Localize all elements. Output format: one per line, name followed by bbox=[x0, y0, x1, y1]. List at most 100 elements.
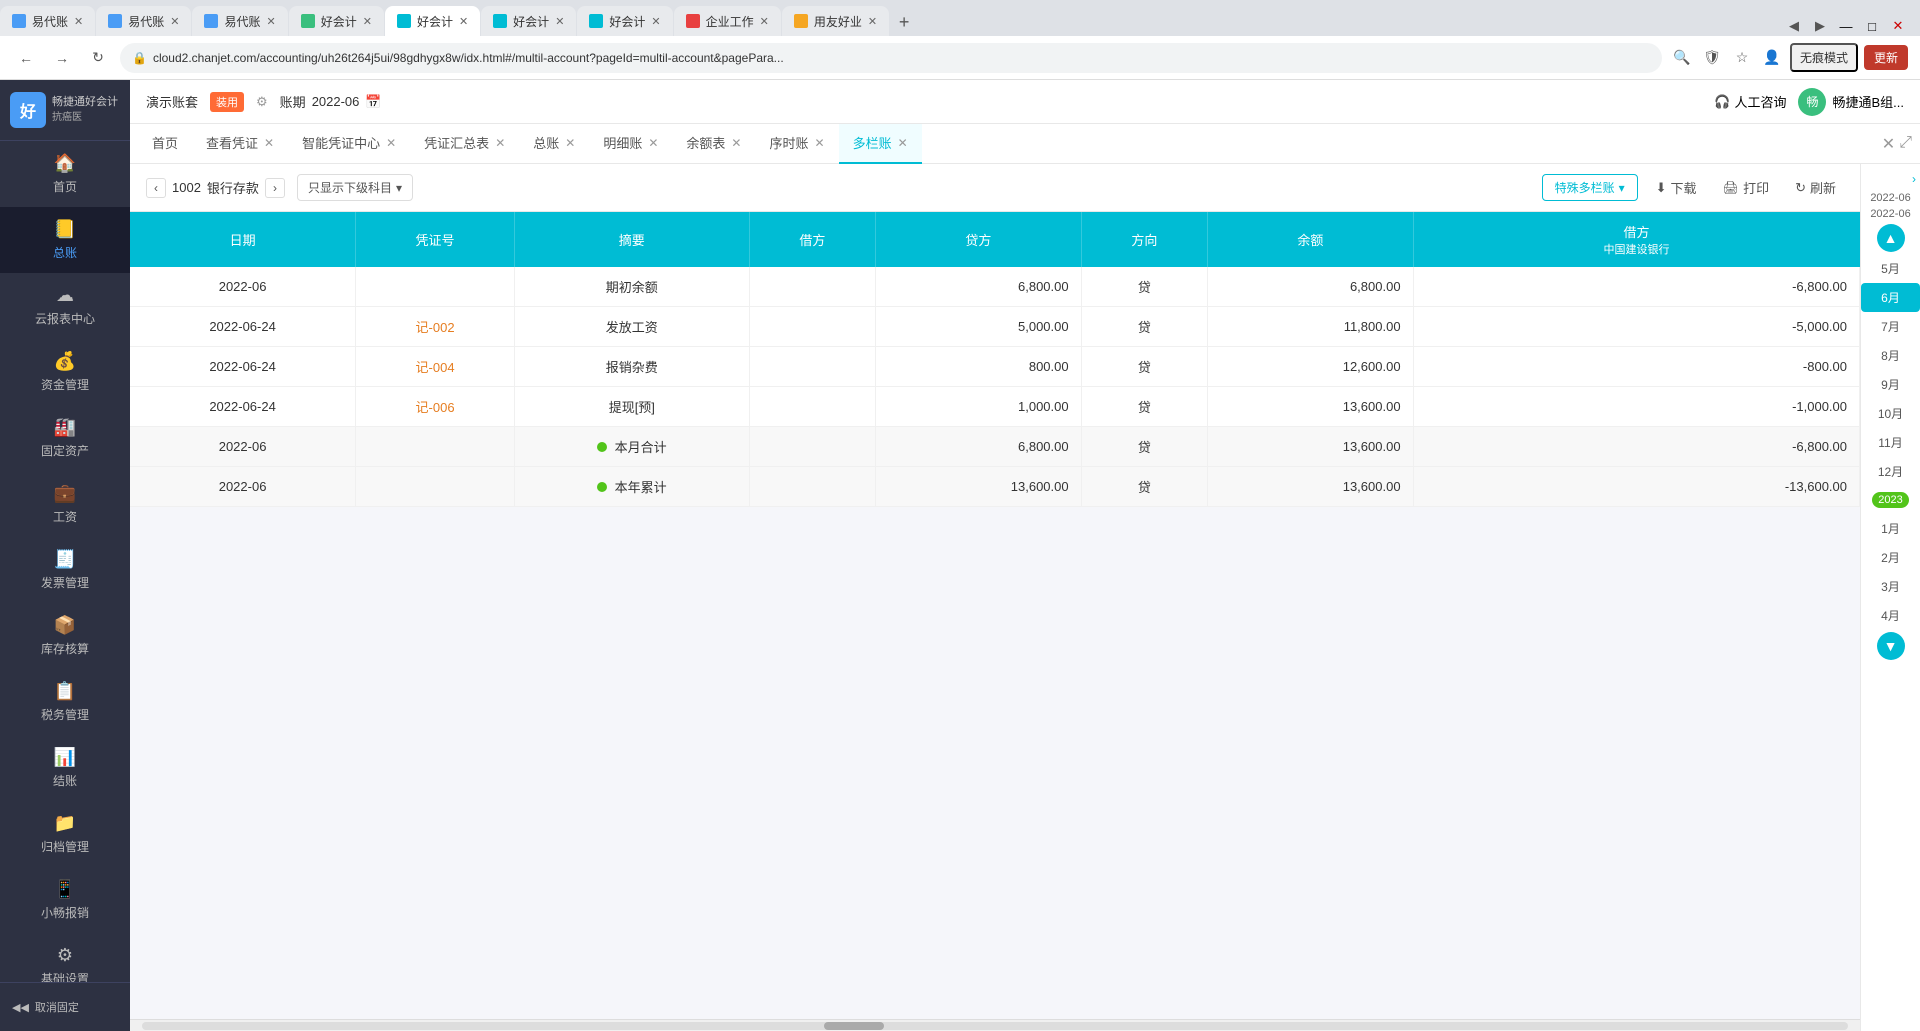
back-button[interactable]: ← bbox=[12, 44, 40, 72]
sidebar-item-settings[interactable]: ⚙ 基础设置 bbox=[0, 933, 130, 982]
search-icon[interactable]: 🔍 bbox=[1670, 46, 1694, 70]
tab-smart-close[interactable]: ✕ bbox=[386, 136, 396, 150]
sidebar-item-tax[interactable]: 📋 税务管理 bbox=[0, 669, 130, 735]
tab-close-5[interactable]: ✕ bbox=[459, 15, 468, 28]
month-sep[interactable]: 9月 bbox=[1861, 370, 1920, 399]
cell-voucher[interactable]: 记-004 bbox=[356, 347, 515, 387]
month-jan[interactable]: 1月 bbox=[1861, 514, 1920, 543]
star-icon[interactable]: ☆ bbox=[1730, 46, 1754, 70]
tab-multi-col[interactable]: 多栏账 ✕ bbox=[839, 124, 922, 164]
tab-smart-voucher[interactable]: 智能凭证中心 ✕ bbox=[288, 124, 410, 164]
browser-tab-1[interactable]: 易代账 ✕ bbox=[0, 6, 95, 36]
tab-detail-ledger[interactable]: 明细账 ✕ bbox=[589, 124, 672, 164]
scroll-up-button[interactable]: ▲ bbox=[1877, 224, 1905, 252]
tab-voucher[interactable]: 查看凭证 ✕ bbox=[192, 124, 288, 164]
cell-voucher[interactable]: 记-006 bbox=[356, 387, 515, 427]
tab-close-2[interactable]: ✕ bbox=[170, 15, 179, 28]
month-nov[interactable]: 11月 bbox=[1861, 428, 1920, 457]
multi-col-button[interactable]: 特殊多栏账 ▾ bbox=[1542, 174, 1638, 201]
browser-tab-4[interactable]: 好会计 ✕ bbox=[289, 6, 384, 36]
print-button[interactable]: 🖨 打印 bbox=[1715, 174, 1778, 201]
month-feb[interactable]: 2月 bbox=[1861, 543, 1920, 572]
tab-journal[interactable]: 序时账 ✕ bbox=[755, 124, 838, 164]
calendar-icon[interactable]: 📅 bbox=[365, 94, 381, 110]
sidebar-item-invoice[interactable]: 🧾 发票管理 bbox=[0, 537, 130, 603]
sidebar-item-inventory[interactable]: 📦 库存核算 bbox=[0, 603, 130, 669]
tab-journal-close[interactable]: ✕ bbox=[815, 136, 825, 150]
sidebar-item-ledger[interactable]: 📒 总账 bbox=[0, 207, 130, 273]
forward-button[interactable]: → bbox=[48, 44, 76, 72]
user-area[interactable]: 畅 畅捷通B组... bbox=[1798, 88, 1904, 116]
maximize-button[interactable]: □ bbox=[1862, 16, 1882, 36]
browser-tab-3[interactable]: 易代账 ✕ bbox=[192, 6, 287, 36]
tab-voucher-summary[interactable]: 凭证汇总表 ✕ bbox=[410, 124, 519, 164]
browser-tab-9[interactable]: 用友好业 ✕ bbox=[782, 6, 889, 36]
cell-voucher[interactable]: 记-002 bbox=[356, 307, 515, 347]
tab-summary-close[interactable]: ✕ bbox=[495, 136, 505, 150]
tab-close-8[interactable]: ✕ bbox=[760, 15, 769, 28]
url-bar[interactable]: 🔒 cloud2.chanjet.com/accounting/uh26t264… bbox=[120, 43, 1662, 73]
tab-voucher-close[interactable]: ✕ bbox=[264, 136, 274, 150]
month-jun[interactable]: 6月 bbox=[1861, 283, 1920, 312]
sidebar-item-cloud[interactable]: ☁ 云报表中心 bbox=[0, 273, 130, 339]
tab-close-7[interactable]: ✕ bbox=[651, 15, 660, 28]
tab-multi-close[interactable]: ✕ bbox=[898, 136, 908, 150]
month-jul[interactable]: 7月 bbox=[1861, 312, 1920, 341]
tab-close-6[interactable]: ✕ bbox=[555, 15, 564, 28]
sidebar-item-assets[interactable]: 🏭 固定资产 bbox=[0, 405, 130, 471]
month-may[interactable]: 5月 bbox=[1861, 254, 1920, 283]
update-button[interactable]: 更新 bbox=[1864, 45, 1908, 70]
month-dec[interactable]: 12月 bbox=[1861, 457, 1920, 486]
tab-balance-close[interactable]: ✕ bbox=[731, 136, 741, 150]
new-tab-button[interactable]: + bbox=[890, 8, 918, 36]
account-prev-button[interactable]: ‹ bbox=[146, 178, 166, 198]
sub-account-filter[interactable]: 只显示下级科目 ▾ bbox=[297, 174, 413, 201]
month-apr[interactable]: 4月 bbox=[1861, 601, 1920, 630]
refresh-button[interactable]: ↻ 刷新 bbox=[1787, 174, 1844, 201]
tab-scroll-right[interactable]: ▶ bbox=[1810, 18, 1830, 34]
tab-general-ledger[interactable]: 总账 ✕ bbox=[519, 124, 589, 164]
tab-scroll-left[interactable]: ◀ bbox=[1784, 18, 1804, 34]
expand-panel-close-icon[interactable]: ✕ bbox=[1882, 134, 1895, 154]
sidebar-item-closing[interactable]: 📊 结账 bbox=[0, 735, 130, 801]
scroll-down-button[interactable]: ▼ bbox=[1877, 632, 1905, 660]
account-next-button[interactable]: › bbox=[265, 178, 285, 198]
browser-tab-8[interactable]: 企业工作 ✕ bbox=[674, 6, 781, 36]
close-button[interactable]: ✕ bbox=[1888, 16, 1908, 36]
settings-gear-icon[interactable]: ⚙ bbox=[256, 94, 268, 110]
minimize-button[interactable]: — bbox=[1836, 16, 1856, 36]
expand-icon[interactable]: ⤢ bbox=[1899, 134, 1912, 154]
month-aug[interactable]: 8月 bbox=[1861, 341, 1920, 370]
tab-close-1[interactable]: ✕ bbox=[74, 15, 83, 28]
scroll-thumb[interactable] bbox=[824, 1022, 884, 1030]
reload-button[interactable]: ↻ bbox=[84, 44, 112, 72]
panel-expand-icon[interactable]: › bbox=[1912, 172, 1916, 186]
tag-button[interactable]: 装用 bbox=[210, 92, 244, 112]
profile-icon[interactable]: 👤 bbox=[1760, 46, 1784, 70]
tab-close-9[interactable]: ✕ bbox=[868, 15, 877, 28]
cell-credit: 1,000.00 bbox=[876, 387, 1081, 427]
tab-close-3[interactable]: ✕ bbox=[266, 15, 275, 28]
month-oct[interactable]: 10月 bbox=[1861, 399, 1920, 428]
download-button[interactable]: ⬇ 下载 bbox=[1648, 174, 1705, 201]
browser-tab-2[interactable]: 易代账 ✕ bbox=[96, 6, 191, 36]
sidebar-item-funds[interactable]: 💰 资金管理 bbox=[0, 339, 130, 405]
shield-icon[interactable]: 🛡 bbox=[1700, 46, 1724, 70]
tab-general-close[interactable]: ✕ bbox=[565, 136, 575, 150]
sidebar-item-payroll[interactable]: 💼 工资 bbox=[0, 471, 130, 537]
browser-tab-6[interactable]: 好会计 ✕ bbox=[481, 6, 576, 36]
no-trace-button[interactable]: 无痕模式 bbox=[1790, 43, 1858, 72]
sidebar-item-home[interactable]: 🏠 首页 bbox=[0, 141, 130, 207]
consult-area[interactable]: 🎧 人工咨询 bbox=[1714, 92, 1786, 111]
browser-tab-5[interactable]: 好会计 ✕ bbox=[385, 6, 480, 36]
tab-detail-close[interactable]: ✕ bbox=[648, 136, 658, 150]
tab-home[interactable]: 首页 bbox=[138, 124, 192, 164]
horizontal-scrollbar[interactable] bbox=[130, 1019, 1860, 1031]
sidebar-item-archive[interactable]: 📁 归档管理 bbox=[0, 801, 130, 867]
unpin-button[interactable]: ◀◀ 取消固定 bbox=[8, 993, 122, 1021]
tab-balance[interactable]: 余额表 ✕ bbox=[672, 124, 755, 164]
sidebar-item-expense[interactable]: 📱 小畅报销 bbox=[0, 867, 130, 933]
month-mar[interactable]: 3月 bbox=[1861, 572, 1920, 601]
tab-close-4[interactable]: ✕ bbox=[363, 15, 372, 28]
browser-tab-7[interactable]: 好会计 ✕ bbox=[577, 6, 672, 36]
